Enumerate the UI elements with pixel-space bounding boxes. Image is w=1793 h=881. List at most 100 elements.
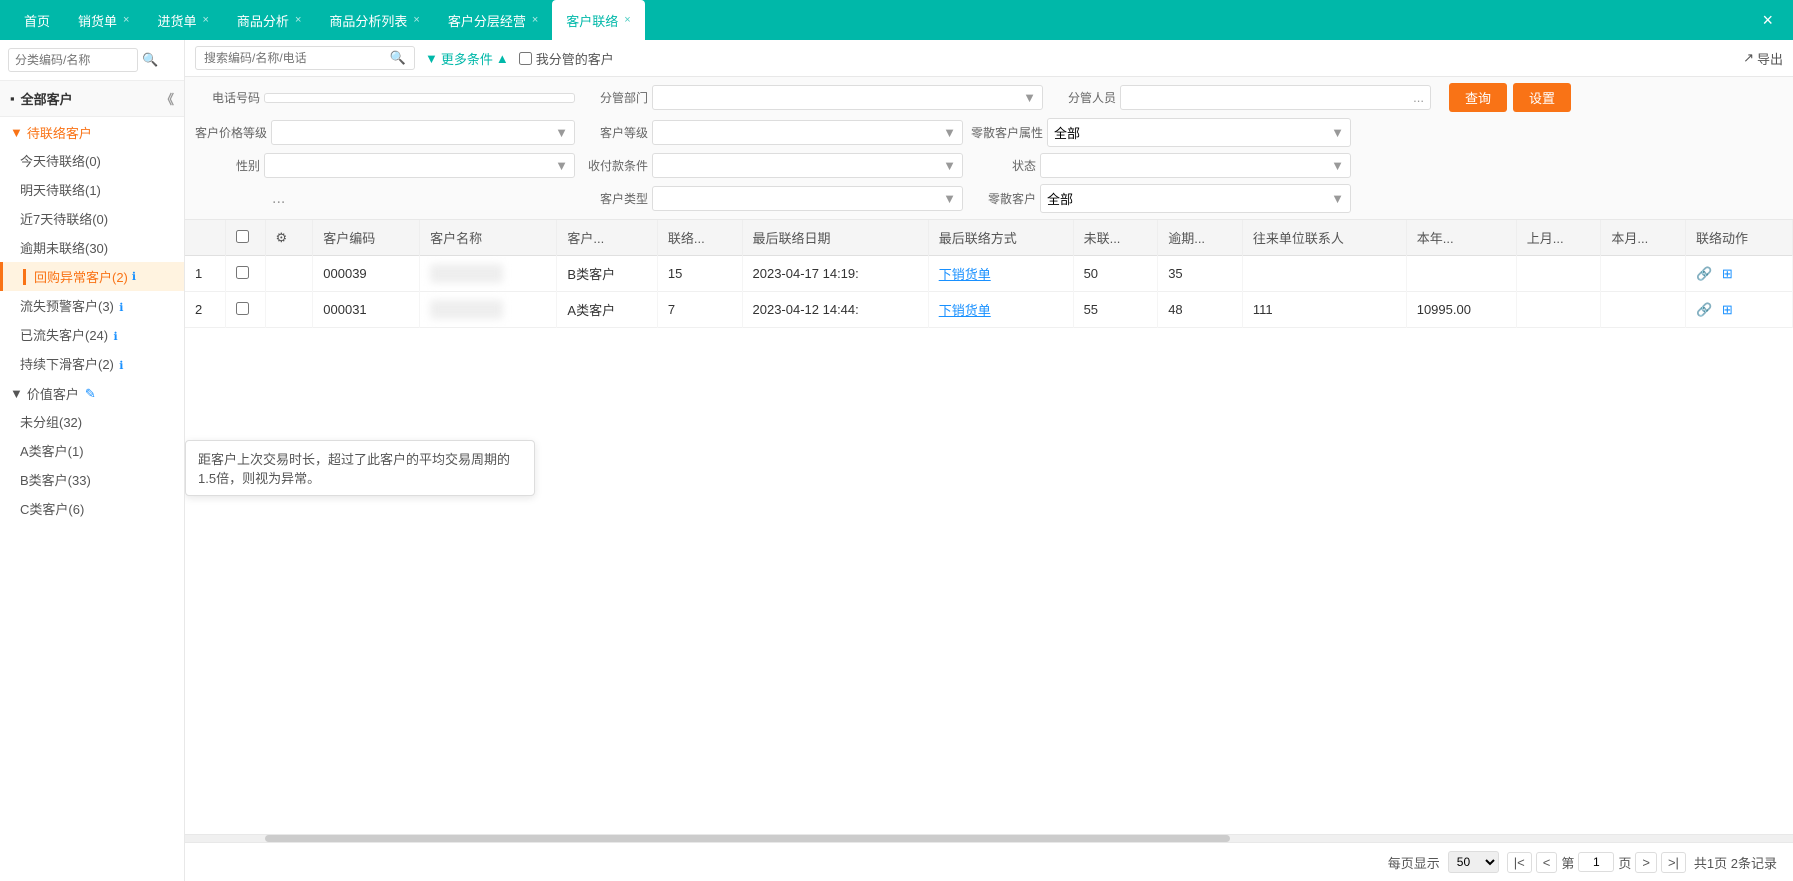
cell-spacer: [265, 292, 313, 328]
nav-sales-close[interactable]: ×: [123, 14, 129, 26]
declining-info-icon[interactable]: ℹ: [119, 360, 123, 372]
nav-sales[interactable]: 销货单 ×: [64, 0, 143, 40]
phone-field: 电话号码: [195, 89, 575, 106]
window-close-icon[interactable]: ×: [1752, 10, 1783, 31]
payment-input[interactable]: ▼: [652, 153, 963, 178]
action-grid-icon[interactable]: ⊞: [1722, 302, 1733, 317]
cell-grade: A类客户: [557, 292, 657, 328]
action-link-icon[interactable]: 🔗: [1696, 302, 1712, 317]
sidebar-item-already-lost[interactable]: 已流失客户(24) ℹ: [0, 320, 184, 349]
row-checkbox[interactable]: [236, 302, 249, 315]
sidebar-search-input[interactable]: [8, 48, 138, 72]
gender-input[interactable]: ▼: [264, 153, 575, 178]
select-all-checkbox[interactable]: [236, 230, 249, 243]
first-page-btn[interactable]: |<: [1507, 852, 1532, 873]
all-customers-header[interactable]: ▪ 全部客户 《: [0, 81, 184, 117]
repurchase-info-icon[interactable]: ℹ: [132, 270, 136, 283]
last-method-link[interactable]: 下销货单: [939, 267, 991, 282]
more-conditions-btn[interactable]: ▼ 更多条件 ▲: [425, 49, 509, 68]
main-search-input[interactable]: [204, 51, 390, 65]
collapse-icon[interactable]: 《: [161, 89, 174, 108]
sidebar-item-tomorrow[interactable]: 明天待联络(1): [0, 175, 184, 204]
action-link-icon[interactable]: 🔗: [1696, 266, 1712, 281]
pending-group-label[interactable]: ▼ 待联络客户: [0, 117, 184, 146]
nav-analysis-list-close[interactable]: ×: [413, 14, 419, 26]
sidebar-item-a-class[interactable]: A类客户(1): [0, 436, 184, 465]
nav-customer-tier[interactable]: 客户分层经营 ×: [434, 0, 552, 40]
page-nav: |< < 第 页 > >|: [1507, 852, 1686, 873]
my-customers-wrap: 我分管的客户: [519, 49, 614, 68]
adv-filter: 电话号码 分管部门 ▼ 分管人员 ... 查询 设置: [185, 77, 1793, 220]
nav-purchase-close[interactable]: ×: [202, 14, 208, 26]
adv-filter-row-1: 电话号码 分管部门 ▼ 分管人员 ... 查询 设置: [195, 83, 1783, 112]
cell-checkbox[interactable]: [225, 256, 265, 292]
cell-spacer: [265, 256, 313, 292]
last-page-btn[interactable]: >|: [1661, 852, 1686, 873]
lost-preview-info-icon[interactable]: ℹ: [119, 302, 123, 314]
nav-purchase[interactable]: 进货单 ×: [143, 0, 222, 40]
cell-last-method[interactable]: 下销货单: [928, 292, 1073, 328]
horizontal-scrollbar[interactable]: [185, 834, 1793, 842]
sidebar-item-c-class[interactable]: C类客户(6): [0, 494, 184, 523]
prev-page-btn[interactable]: <: [1536, 852, 1558, 873]
main-search-icon[interactable]: 🔍: [390, 50, 406, 66]
col-action: 联络动作: [1686, 220, 1793, 256]
sidebar-item-b-class[interactable]: B类客户(33): [0, 465, 184, 494]
col-overdue: 逾期...: [1158, 220, 1243, 256]
action-grid-icon[interactable]: ⊞: [1722, 266, 1733, 281]
phone-input[interactable]: [264, 93, 575, 103]
customer-grade-input[interactable]: ▼: [652, 120, 963, 145]
retail-attr-arrow-icon: ▼: [1331, 125, 1344, 140]
value-group-edit-icon[interactable]: ✎: [85, 386, 96, 402]
col-checkbox[interactable]: [225, 220, 265, 256]
cell-action[interactable]: 🔗 ⊞: [1686, 256, 1793, 292]
cell-action[interactable]: 🔗 ⊞: [1686, 292, 1793, 328]
dept-input[interactable]: ▼: [652, 85, 1043, 110]
cell-index: 2: [185, 292, 225, 328]
scrollbar-thumb[interactable]: [265, 835, 1230, 842]
sidebar-search-icon[interactable]: 🔍: [142, 52, 158, 68]
sidebar-item-lost-preview[interactable]: 流失预警客户(3) ℹ: [0, 291, 184, 320]
customer-type-input[interactable]: ▼: [652, 186, 963, 211]
cell-no-contact: 50: [1073, 256, 1158, 292]
retail-customer-field: 零散客户 全部 ▼: [971, 184, 1351, 213]
next-page-btn[interactable]: >: [1635, 852, 1657, 873]
nav-home[interactable]: 首页: [10, 0, 64, 40]
per-page-select[interactable]: 50 20 100: [1448, 851, 1499, 873]
customer-grade-field: 客户等级 ▼: [583, 120, 963, 145]
filter-icon: ▼: [425, 51, 438, 66]
sidebar-item-today[interactable]: 今天待联络(0): [0, 146, 184, 175]
page-input[interactable]: [1578, 852, 1614, 872]
sidebar-item-7days[interactable]: 近7天待联络(0): [0, 204, 184, 233]
sidebar-item-repurchase[interactable]: 回购异常客户(2) ℹ: [0, 262, 184, 291]
retail-customer-input[interactable]: 全部 ▼: [1040, 184, 1351, 213]
col-code: 客户编码: [313, 220, 420, 256]
gender-field: 性别 ▼: [195, 153, 575, 178]
row-checkbox[interactable]: [236, 266, 249, 279]
last-method-link[interactable]: 下销货单: [939, 303, 991, 318]
sidebar-item-declining[interactable]: 持续下滑客户(2) ℹ: [0, 349, 184, 378]
col-settings[interactable]: ⚙: [265, 220, 313, 256]
adv-filter-row-4: ... 客户类型 ▼ 零散客户 全部 ▼: [195, 184, 1783, 213]
nav-analysis-list[interactable]: 商品分析列表 ×: [315, 0, 433, 40]
settings-button[interactable]: 设置: [1513, 83, 1571, 112]
already-lost-info-icon[interactable]: ℹ: [113, 331, 117, 343]
nav-customer-contact[interactable]: 客户联络 ×: [552, 0, 644, 40]
cell-last-method[interactable]: 下销货单: [928, 256, 1073, 292]
value-group-label[interactable]: ▼ 价值客户 ✎: [0, 378, 184, 407]
sidebar-item-overdue[interactable]: 逾期未联络(30): [0, 233, 184, 262]
sidebar: 🔍 ▪ 全部客户 《 ▼ 待联络客户 今天待联络(0) 明天待联络(1) 近7天…: [0, 40, 185, 881]
retail-attr-input[interactable]: 全部 ▼: [1047, 118, 1351, 147]
cell-checkbox[interactable]: [225, 292, 265, 328]
nav-customer-tier-close[interactable]: ×: [532, 14, 538, 26]
sidebar-item-ungrouped[interactable]: 未分组(32): [0, 407, 184, 436]
nav-analysis[interactable]: 商品分析 ×: [223, 0, 315, 40]
nav-customer-contact-close[interactable]: ×: [624, 14, 630, 26]
nav-analysis-close[interactable]: ×: [295, 14, 301, 26]
my-customers-checkbox[interactable]: [519, 52, 532, 65]
export-btn[interactable]: ↗ 导出: [1743, 49, 1783, 68]
person-input[interactable]: ...: [1120, 85, 1431, 110]
query-button[interactable]: 查询: [1449, 83, 1507, 112]
price-grade-input[interactable]: ▼: [271, 120, 575, 145]
status-input[interactable]: ▼: [1040, 153, 1351, 178]
